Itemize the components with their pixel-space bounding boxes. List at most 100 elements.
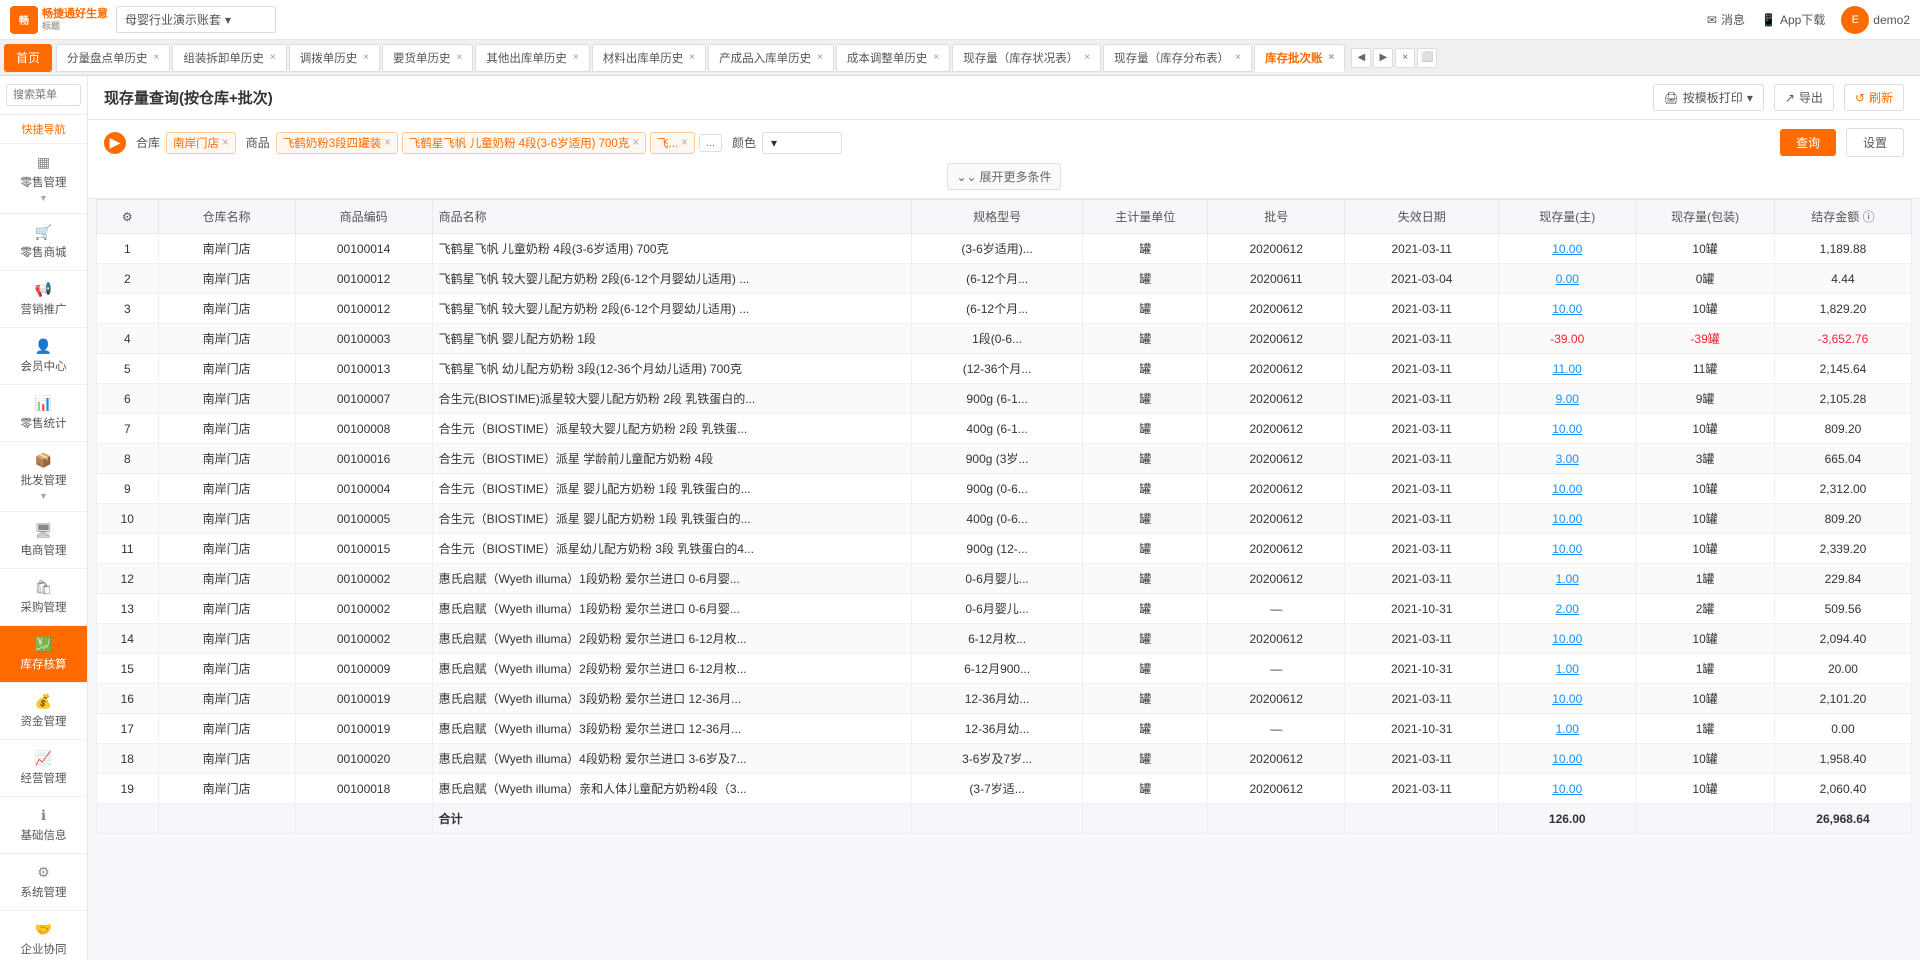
cell-qty-6[interactable]: 10.00 (1499, 414, 1636, 444)
cell-qty-14[interactable]: 1.00 (1499, 654, 1636, 684)
sidebar-item-retail-mgmt[interactable]: ▦ 零售管理 ▼ (0, 144, 87, 214)
tab-close-11[interactable]: × (1328, 52, 1334, 63)
tab-home[interactable]: 首页 (4, 44, 52, 72)
th-gear[interactable]: ⚙ (97, 200, 159, 234)
cell-qty-16[interactable]: 1.00 (1499, 714, 1636, 744)
warehouse-tag[interactable]: 南岸门店 × (166, 132, 236, 154)
company-selector[interactable]: 母婴行业演示账套 ▾ (116, 6, 276, 33)
sidebar-item-inventory[interactable]: 💹 库存核算 (0, 626, 87, 683)
goods-tag-2-remove[interactable]: × (632, 137, 639, 149)
message-btn[interactable]: ✉ 消息 (1707, 11, 1745, 28)
export-btn[interactable]: ↗ 导出 (1774, 84, 1834, 111)
tab-4[interactable]: 要货单历史 × (382, 44, 473, 72)
cell-qty-10[interactable]: 10.00 (1499, 534, 1636, 564)
tab-prev-btn[interactable]: ◀ (1351, 48, 1371, 68)
cell-qty-13[interactable]: 10.00 (1499, 624, 1636, 654)
tab-2[interactable]: 组装拆卸单历史 × (172, 44, 286, 72)
tab-close-8[interactable]: × (933, 52, 939, 63)
cell-code-14: 00100009 (295, 654, 432, 684)
expand-conditions-btn[interactable]: ⌄⌄ 展开更多条件 (947, 163, 1060, 190)
cell-qty-9[interactable]: 10.00 (1499, 504, 1636, 534)
goods-tag-2[interactable]: 飞鹤星飞帆 儿童奶粉 4段(3-6岁适用) 700克 × (402, 132, 646, 154)
cell-qty-1[interactable]: 0.00 (1499, 264, 1636, 294)
search-input[interactable] (6, 84, 81, 106)
tab-close-5[interactable]: × (573, 52, 579, 63)
sidebar-item-marketing[interactable]: 📢 营销推广 (0, 271, 87, 328)
user-area[interactable]: E demo2 (1841, 6, 1910, 34)
tab-5[interactable]: 其他出库单历史 × (475, 44, 589, 72)
sidebar-item-retail-shop[interactable]: 🛒 零售商城 (0, 214, 87, 271)
sidebar-item-system[interactable]: ⚙ 系统管理 (0, 854, 87, 911)
tab-close-10[interactable]: × (1235, 52, 1241, 63)
cell-batch-17: 20200612 (1208, 744, 1345, 774)
cell-qty-4[interactable]: 11.00 (1499, 354, 1636, 384)
goods-tag-more-remove[interactable]: × (681, 137, 688, 149)
cell-code-2: 00100012 (295, 294, 432, 324)
cell-qty-18[interactable]: 10.00 (1499, 774, 1636, 804)
tab-7[interactable]: 产成品入库单历史 × (708, 44, 834, 72)
tab-close-7[interactable]: × (817, 52, 823, 63)
sidebar-item-enterprise[interactable]: 🤝 企业协同 (0, 911, 87, 960)
goods-tag-1-remove[interactable]: × (384, 137, 391, 149)
app-download-btn[interactable]: 📱 App下载 (1761, 11, 1825, 28)
cell-qty-12[interactable]: 2.00 (1499, 594, 1636, 624)
goods-tag-1[interactable]: 飞鹤奶粉3段四罐装 × (276, 132, 398, 154)
cell-unit-0: 罐 (1083, 234, 1208, 264)
cell-qty-2[interactable]: 10.00 (1499, 294, 1636, 324)
cell-qtypack-5: 9罐 (1636, 384, 1775, 414)
logo-icon: 畅 (10, 6, 38, 34)
tab-11[interactable]: 库存批次账 × (1254, 44, 1345, 72)
cell-qty-11[interactable]: 1.00 (1499, 564, 1636, 594)
sidebar-item-finance[interactable]: 💰 资金管理 (0, 683, 87, 740)
color-dropdown[interactable]: ▾ (762, 132, 842, 154)
sidebar-item-member[interactable]: 👤 会员中心 (0, 328, 87, 385)
tab-next-btn[interactable]: ▶ (1373, 48, 1393, 68)
quick-nav[interactable]: 快捷导航 (0, 115, 87, 144)
tab-maximize-btn[interactable]: ⬜ (1417, 48, 1437, 68)
query-btn[interactable]: 查询 (1780, 129, 1836, 156)
cell-qty-0[interactable]: 10.00 (1499, 234, 1636, 264)
cell-qty-7[interactable]: 3.00 (1499, 444, 1636, 474)
cell-idx-8: 9 (97, 474, 159, 504)
tab-8[interactable]: 成本调整单历史 × (836, 44, 950, 72)
tab-close-1[interactable]: × (154, 52, 160, 63)
cell-qty-17[interactable]: 10.00 (1499, 744, 1636, 774)
tab-1[interactable]: 分量盘点单历史 × (56, 44, 170, 72)
tab-6[interactable]: 材料出库单历史 × (592, 44, 706, 72)
filter-toggle-btn[interactable]: ▶ (104, 132, 126, 154)
cell-store-11: 南岸门店 (158, 564, 295, 594)
expand-down-icon: ⌄⌄ (956, 170, 976, 184)
cell-qty-8[interactable]: 10.00 (1499, 474, 1636, 504)
cell-idx-15: 16 (97, 684, 159, 714)
goods-tag-more[interactable]: 飞... × (650, 132, 695, 154)
warehouse-tag-remove[interactable]: × (222, 137, 229, 149)
sidebar-item-wholesale[interactable]: 📦 批发管理 ▼ (0, 442, 87, 512)
tab-close-all-btn[interactable]: × (1395, 48, 1415, 68)
sidebar-item-purchase[interactable]: 🛍 采购管理 (0, 569, 87, 626)
cell-expire-17: 2021-03-11 (1345, 744, 1499, 774)
tab-close-4[interactable]: × (457, 52, 463, 63)
settings-btn[interactable]: 设置 (1846, 128, 1904, 157)
table-row: 2 南岸门店 00100012 飞鹤星飞帆 较大婴儿配方奶粉 2段(6-12个月… (97, 264, 1912, 294)
cell-qty-15[interactable]: 10.00 (1499, 684, 1636, 714)
table-row: 16 南岸门店 00100019 惠氏启赋（Wyeth illuma）3段奶粉 … (97, 684, 1912, 714)
tab-9[interactable]: 现存量（库存状况表） × (952, 44, 1101, 72)
cell-spec-17: 3-6岁及7岁... (911, 744, 1082, 774)
cell-amount-12: 509.56 (1774, 594, 1911, 624)
tab-close-6[interactable]: × (689, 52, 695, 63)
sidebar-item-retail-stats[interactable]: 📊 零售统计 (0, 385, 87, 442)
cell-spec-2: (6-12个月... (911, 294, 1082, 324)
sidebar-item-biz-mgmt[interactable]: 📈 经营管理 (0, 740, 87, 797)
sidebar-item-basic-info[interactable]: ℹ 基础信息 (0, 797, 87, 854)
tab-3[interactable]: 调拨单历史 × (289, 44, 380, 72)
tab-close-9[interactable]: × (1084, 52, 1090, 63)
tab-close-2[interactable]: × (270, 52, 276, 63)
cell-qty-5[interactable]: 9.00 (1499, 384, 1636, 414)
refresh-btn[interactable]: ↺ 刷新 (1844, 84, 1904, 111)
template-print-btn[interactable]: 🖨 按模板打印 ▾ (1653, 84, 1764, 111)
tab-10[interactable]: 现存量（库存分布表） × (1103, 44, 1252, 72)
cell-expire-12: 2021-10-31 (1345, 594, 1499, 624)
tab-close-3[interactable]: × (363, 52, 369, 63)
sidebar-item-ecommerce[interactable]: 🖥 电商管理 (0, 512, 87, 569)
member-icon: 👤 (35, 338, 52, 355)
